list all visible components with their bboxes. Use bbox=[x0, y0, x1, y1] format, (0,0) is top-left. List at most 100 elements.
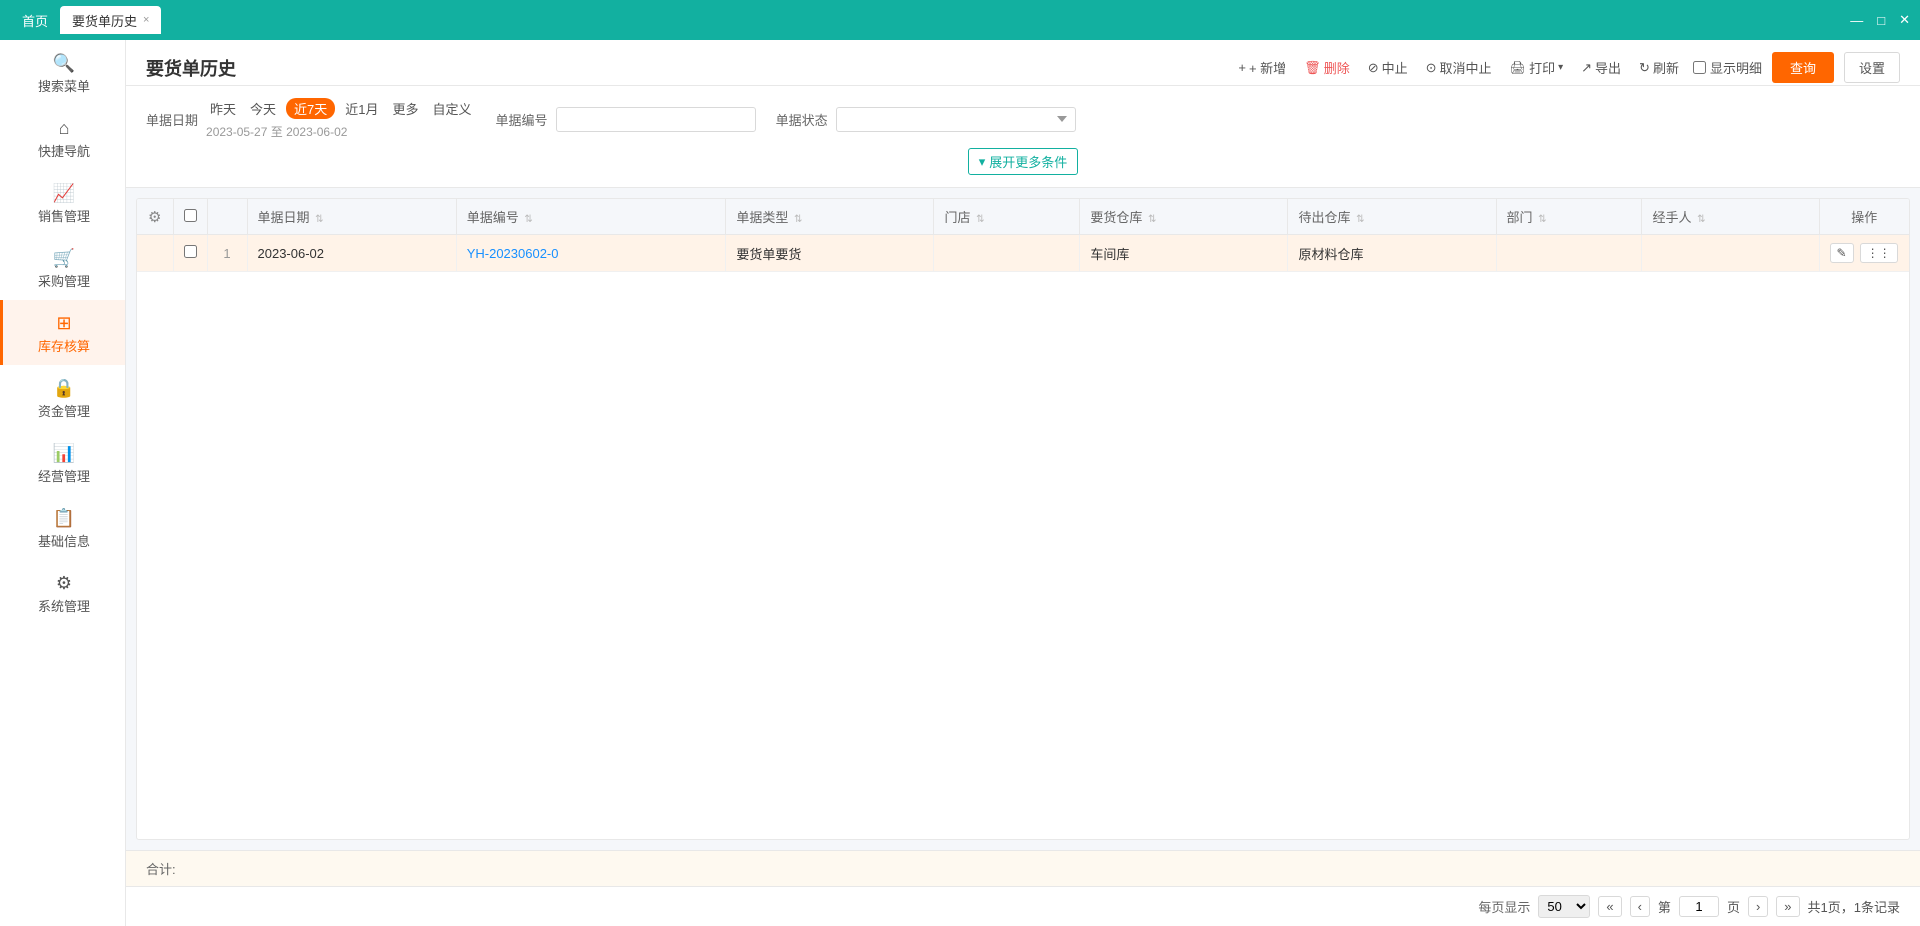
row-checkbox[interactable] bbox=[184, 245, 197, 258]
table-footer: 合计: bbox=[126, 850, 1920, 886]
date-7days[interactable]: 近7天 bbox=[286, 98, 335, 119]
page-size-select[interactable]: 20 50 100 200 bbox=[1538, 895, 1590, 918]
th-ops-label: 操作 bbox=[1851, 210, 1877, 225]
th-store-sort-icon[interactable]: ⇅ bbox=[976, 214, 984, 225]
delete-button[interactable]: 🗑 删除 bbox=[1300, 55, 1354, 80]
show-detail-toggle[interactable]: 显示明细 bbox=[1693, 58, 1762, 77]
th-pending-warehouse-sort-icon[interactable]: ⇅ bbox=[1356, 214, 1364, 225]
date-yesterday[interactable]: 昨天 bbox=[206, 98, 240, 119]
main-layout: 🔍 搜索菜单 ⌂ 快捷导航 📈 销售管理 🛒 采购管理 ⊞ 库存核算 🔒 资金管… bbox=[0, 40, 1920, 926]
sidebar-item-inventory-label: 库存核算 bbox=[38, 336, 90, 355]
minimize-icon[interactable]: — bbox=[1850, 13, 1863, 28]
th-order-type-sort-icon[interactable]: ⇅ bbox=[794, 214, 802, 225]
sidebar-item-inventory[interactable]: ⊞ 库存核算 bbox=[0, 300, 125, 365]
th-ops: 操作 bbox=[1819, 199, 1909, 235]
row-more-button[interactable]: ⋮⋮ bbox=[1860, 243, 1898, 263]
new-icon: + bbox=[1238, 60, 1246, 75]
basic-info-icon: 📋 bbox=[53, 509, 75, 527]
first-page-button[interactable]: « bbox=[1598, 896, 1621, 917]
print-button[interactable]: 🖨 打印 ▾ bbox=[1506, 55, 1568, 80]
prev-page-button[interactable]: ‹ bbox=[1630, 896, 1650, 917]
th-date-sort-icon[interactable]: ⇅ bbox=[315, 214, 323, 225]
th-req-warehouse-sort-icon[interactable]: ⇅ bbox=[1148, 214, 1156, 225]
tab-order-history-label: 要货单历史 bbox=[72, 11, 137, 30]
date-more[interactable]: 更多 bbox=[389, 98, 423, 119]
row-edit-button[interactable]: ✎ bbox=[1830, 243, 1854, 263]
row-order-type-cell: 要货单要货 bbox=[726, 235, 934, 272]
status-select[interactable] bbox=[836, 107, 1076, 132]
date-range-text: 2023-05-27 至 2023-06-02 bbox=[206, 123, 476, 140]
th-settings-icon[interactable]: ⚙ bbox=[148, 209, 161, 226]
delete-icon: 🗑 bbox=[1304, 60, 1321, 76]
page-size-label: 每页显示 bbox=[1478, 897, 1530, 916]
new-label: + 新增 bbox=[1249, 58, 1286, 77]
row-req-warehouse-cell: 车间库 bbox=[1080, 235, 1288, 272]
date-1month[interactable]: 近1月 bbox=[341, 98, 382, 119]
th-pending-warehouse: 待出仓库 ⇅ bbox=[1288, 199, 1496, 235]
status-label: 单据状态 bbox=[776, 110, 828, 129]
query-button[interactable]: 查询 bbox=[1772, 52, 1834, 83]
row-num-cell: 1 bbox=[207, 235, 247, 272]
sidebar-item-quick-nav[interactable]: ⌂ 快捷导航 bbox=[0, 105, 125, 170]
sidebar-item-finance[interactable]: 🔒 资金管理 bbox=[0, 365, 125, 430]
export-label: 导出 bbox=[1595, 58, 1621, 77]
row-pending-warehouse-cell: 原材料仓库 bbox=[1288, 235, 1496, 272]
date-today[interactable]: 今天 bbox=[246, 98, 280, 119]
close-icon[interactable]: ✕ bbox=[1899, 12, 1910, 28]
operations-icon: 📊 bbox=[53, 444, 75, 462]
sidebar: 🔍 搜索菜单 ⌂ 快捷导航 📈 销售管理 🛒 采购管理 ⊞ 库存核算 🔒 资金管… bbox=[0, 40, 126, 926]
sidebar-item-basic-info[interactable]: 📋 基础信息 bbox=[0, 495, 125, 560]
expand-label: 展开更多条件 bbox=[989, 152, 1067, 171]
new-button[interactable]: + + 新增 bbox=[1234, 55, 1290, 80]
th-req-warehouse: 要货仓库 ⇅ bbox=[1080, 199, 1288, 235]
date-custom[interactable]: 自定义 bbox=[429, 98, 476, 119]
sidebar-item-search-menu[interactable]: 🔍 搜索菜单 bbox=[0, 40, 125, 105]
th-dept: 部门 ⇅ bbox=[1496, 199, 1642, 235]
row-ops-container: ✎ ⋮⋮ bbox=[1830, 243, 1900, 263]
th-handler-sort-icon[interactable]: ⇅ bbox=[1697, 214, 1705, 225]
sidebar-item-operations[interactable]: 📊 经营管理 bbox=[0, 430, 125, 495]
stop-icon: ⊘ bbox=[1368, 60, 1379, 76]
th-date-label: 单据日期 bbox=[258, 210, 310, 225]
maximize-icon[interactable]: □ bbox=[1877, 13, 1885, 28]
th-dept-sort-icon[interactable]: ⇅ bbox=[1538, 214, 1546, 225]
system-icon: ⚙ bbox=[56, 574, 72, 592]
sidebar-item-purchase[interactable]: 🛒 采购管理 bbox=[0, 235, 125, 300]
tab-order-history[interactable]: 要货单历史 × bbox=[60, 6, 161, 34]
cancel-stop-button[interactable]: ⊙ 取消中止 bbox=[1422, 55, 1496, 80]
refresh-button[interactable]: ↻ 刷新 bbox=[1635, 55, 1683, 80]
th-checkbox bbox=[173, 199, 207, 235]
finance-icon: 🔒 bbox=[53, 379, 75, 397]
sidebar-item-sales[interactable]: 📈 销售管理 bbox=[0, 170, 125, 235]
show-detail-checkbox[interactable] bbox=[1693, 61, 1706, 74]
sales-icon: 📈 bbox=[53, 184, 75, 202]
close-tab-icon[interactable]: × bbox=[143, 14, 149, 26]
th-order-no: 单据编号 ⇅ bbox=[456, 199, 726, 235]
export-button[interactable]: ↗ 导出 bbox=[1577, 55, 1625, 80]
page-header: 要货单历史 + + 新增 🗑 删除 ⊘ 中止 ⊙ 取消中止 bbox=[126, 40, 1920, 86]
row-settings-cell bbox=[137, 235, 173, 272]
tab-home[interactable]: 首页 bbox=[10, 6, 60, 34]
row-dept-cell bbox=[1496, 235, 1642, 272]
data-table: ⚙ 单据日期 ⇅ 单据编号 ⇅ bbox=[137, 199, 1909, 272]
next-page-button[interactable]: › bbox=[1748, 896, 1768, 917]
last-page-button[interactable]: » bbox=[1776, 896, 1799, 917]
filter-area: 单据日期 昨天 今天 近7天 近1月 更多 自定义 2023-05-27 至 2… bbox=[126, 86, 1920, 188]
inventory-icon: ⊞ bbox=[56, 314, 71, 332]
print-icon: 🖨 bbox=[1510, 60, 1527, 76]
stop-button[interactable]: ⊘ 中止 bbox=[1364, 55, 1412, 80]
select-all-checkbox[interactable] bbox=[184, 209, 197, 222]
print-label: 打印 bbox=[1529, 58, 1555, 77]
th-store: 门店 ⇅ bbox=[934, 199, 1080, 235]
cancel-stop-label: 取消中止 bbox=[1440, 58, 1492, 77]
page-number-input[interactable] bbox=[1679, 896, 1719, 917]
purchase-icon: 🛒 bbox=[53, 249, 75, 267]
order-no-input[interactable] bbox=[556, 107, 756, 132]
th-order-no-sort-icon[interactable]: ⇅ bbox=[524, 214, 532, 225]
settings-button[interactable]: 设置 bbox=[1844, 52, 1900, 83]
filter-row-1: 单据日期 昨天 今天 近7天 近1月 更多 自定义 2023-05-27 至 2… bbox=[146, 98, 1900, 140]
expand-button[interactable]: ▾ 展开更多条件 bbox=[968, 148, 1079, 175]
row-order-no-link[interactable]: YH-20230602-0 bbox=[467, 246, 559, 261]
sidebar-item-system[interactable]: ⚙ 系统管理 bbox=[0, 560, 125, 625]
stop-label: 中止 bbox=[1382, 58, 1408, 77]
